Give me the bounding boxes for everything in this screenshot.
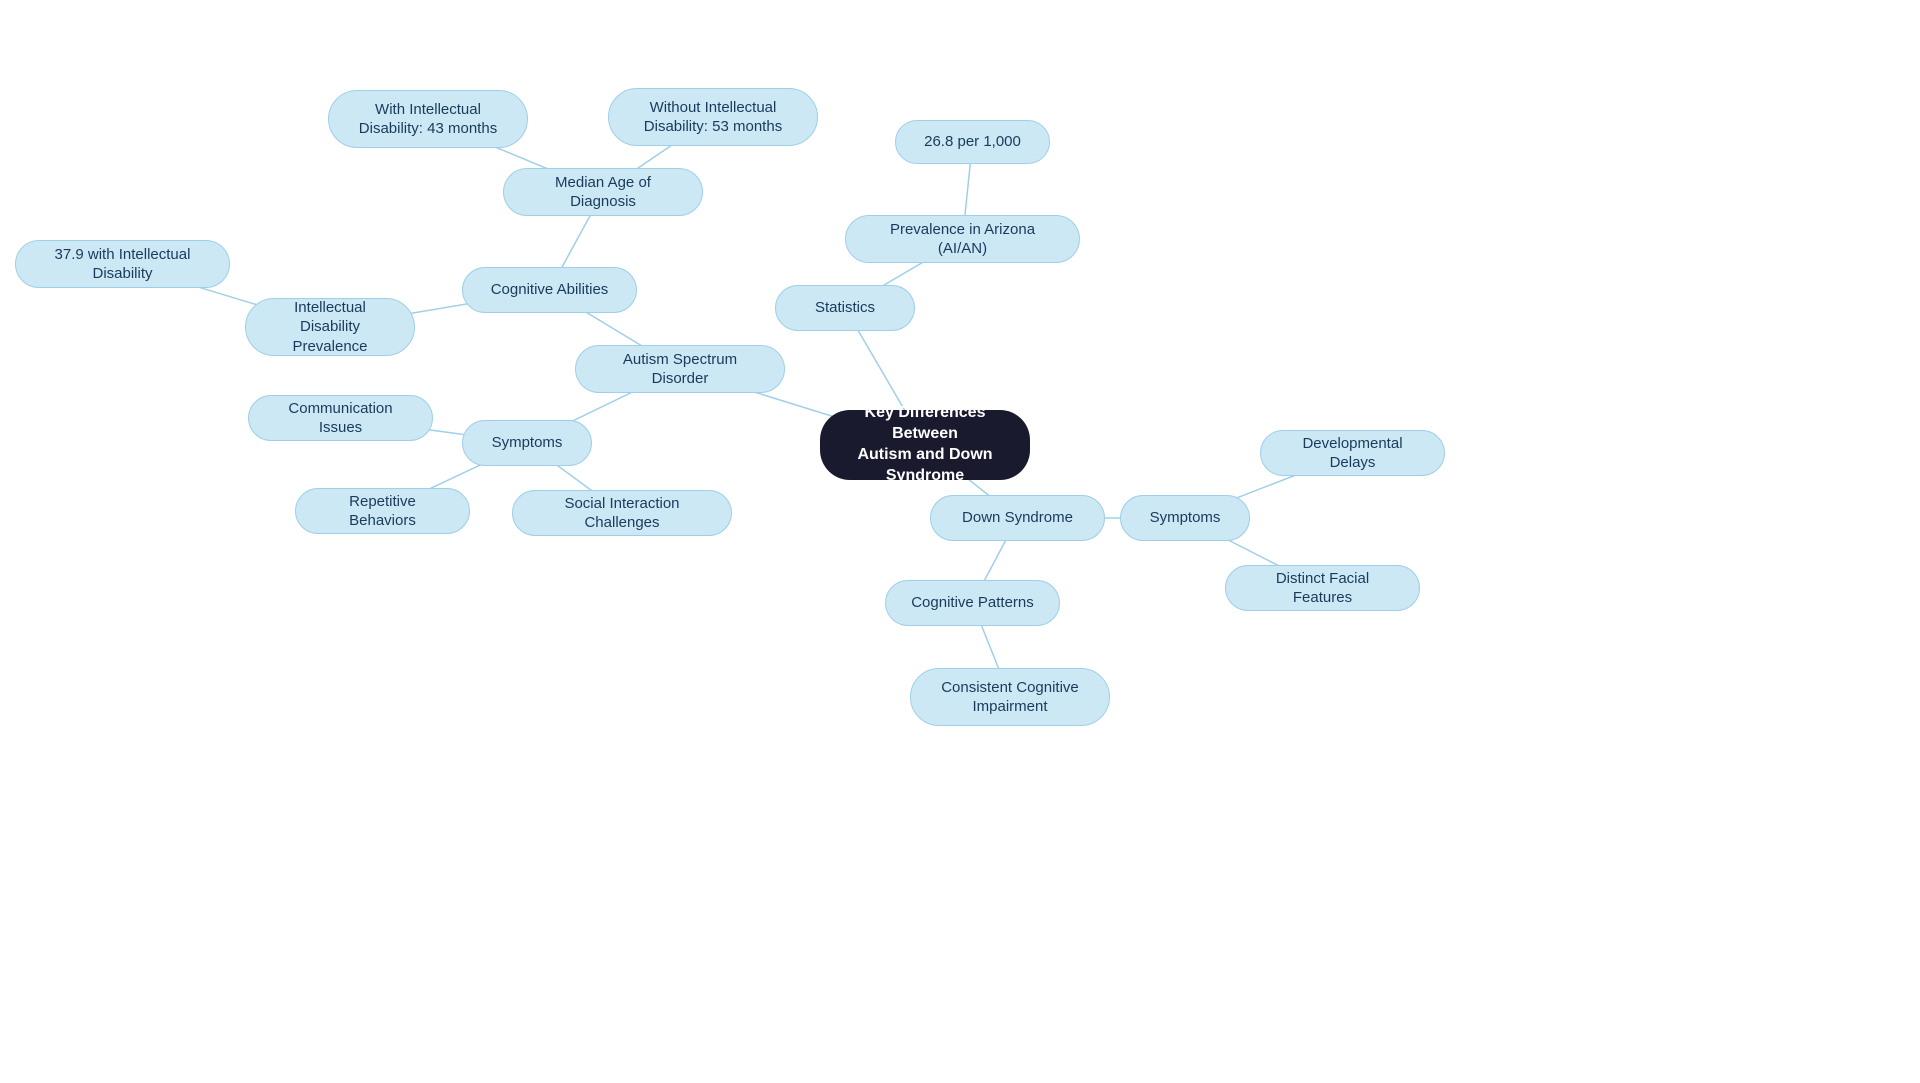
node-asd[interactable]: Autism Spectrum Disorder [575,345,785,393]
node-label-consistent_cognitive: Consistent Cognitive Impairment [941,678,1079,717]
node-label-statistics: Statistics [815,298,875,318]
node-down_syndrome[interactable]: Down Syndrome [930,495,1105,541]
node-label-prevalence_az: Prevalence in Arizona (AI/AN) [866,220,1059,259]
node-label-distinct_facial: Distinct Facial Features [1246,569,1399,608]
node-label-down_syndrome: Down Syndrome [962,508,1073,528]
node-label-center: Key Differences Between Autism and Down … [840,403,1010,486]
node-intellectual_disability_prevalence[interactable]: Intellectual Disability Prevalence [245,298,415,356]
node-symptoms_ds[interactable]: Symptoms [1120,495,1250,541]
node-distinct_facial[interactable]: Distinct Facial Features [1225,565,1420,611]
node-label-median_age: Median Age of Diagnosis [524,173,682,212]
node-consistent_cognitive[interactable]: Consistent Cognitive Impairment [910,668,1110,726]
node-center[interactable]: Key Differences Between Autism and Down … [820,410,1030,480]
node-label-symptoms_ds: Symptoms [1150,508,1221,528]
node-label-37_9: 37.9 with Intellectual Disability [36,245,209,284]
node-cognitive_patterns[interactable]: Cognitive Patterns [885,580,1060,626]
node-label-asd: Autism Spectrum Disorder [596,350,764,389]
node-26_8[interactable]: 26.8 per 1,000 [895,120,1050,164]
node-developmental_delays[interactable]: Developmental Delays [1260,430,1445,476]
node-with_intellectual[interactable]: With Intellectual Disability: 43 months [328,90,528,148]
node-median_age[interactable]: Median Age of Diagnosis [503,168,703,216]
node-statistics[interactable]: Statistics [775,285,915,331]
node-label-cognitive_abilities: Cognitive Abilities [491,280,609,300]
node-label-developmental_delays: Developmental Delays [1281,434,1424,473]
node-label-cognitive_patterns: Cognitive Patterns [911,593,1034,613]
node-label-26_8: 26.8 per 1,000 [924,132,1021,152]
node-label-repetitive: Repetitive Behaviors [316,492,449,531]
node-label-intellectual_disability_prevalence: Intellectual Disability Prevalence [266,298,394,357]
node-label-social: Social Interaction Challenges [533,494,711,533]
node-communication[interactable]: Communication Issues [248,395,433,441]
node-prevalence_az[interactable]: Prevalence in Arizona (AI/AN) [845,215,1080,263]
node-without_intellectual[interactable]: Without Intellectual Disability: 53 mont… [608,88,818,146]
node-label-with_intellectual: With Intellectual Disability: 43 months [349,100,507,139]
mind-map: Key Differences Between Autism and Down … [0,0,1920,1083]
node-symptoms_asd[interactable]: Symptoms [462,420,592,466]
node-label-communication: Communication Issues [269,399,412,438]
node-social[interactable]: Social Interaction Challenges [512,490,732,536]
node-repetitive[interactable]: Repetitive Behaviors [295,488,470,534]
node-cognitive_abilities[interactable]: Cognitive Abilities [462,267,637,313]
node-label-symptoms_asd: Symptoms [492,433,563,453]
node-37_9[interactable]: 37.9 with Intellectual Disability [15,240,230,288]
node-label-without_intellectual: Without Intellectual Disability: 53 mont… [629,98,797,137]
